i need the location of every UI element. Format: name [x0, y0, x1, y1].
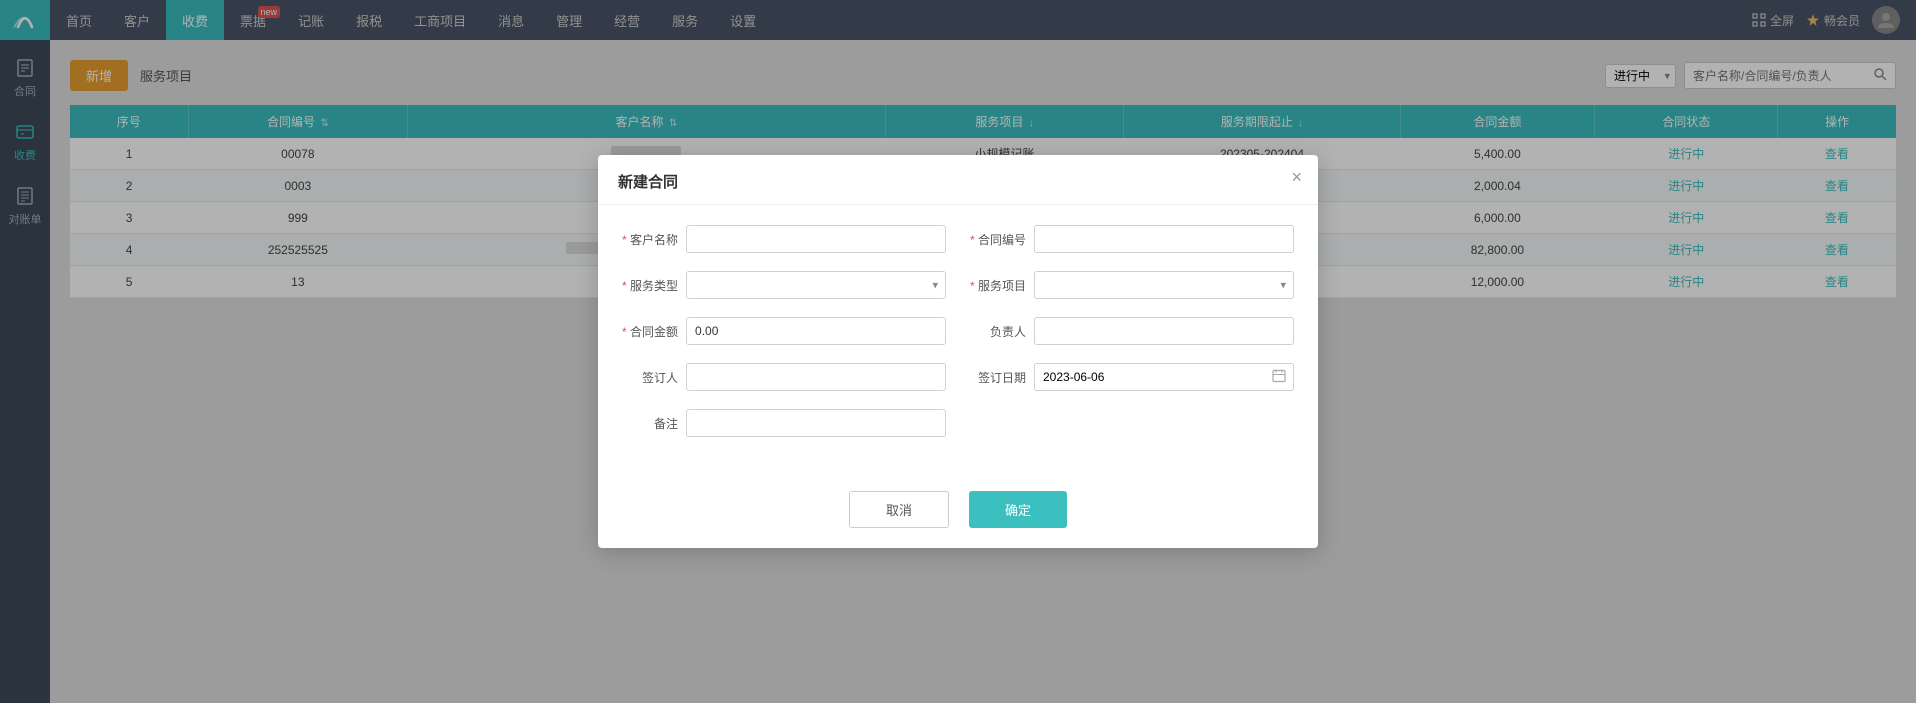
confirm-button[interactable]: 确定 [969, 491, 1067, 528]
field-customer-name: 客户名称 [622, 225, 946, 253]
field-notes: 备注 [622, 409, 946, 437]
contract-no-label: 合同编号 [970, 231, 1026, 248]
cancel-button[interactable]: 取消 [849, 491, 949, 528]
responsible-person-label: 负责人 [970, 323, 1026, 340]
modal-header: 新建合同 × [598, 155, 1318, 205]
modal-body: 客户名称 合同编号 服务类型 [598, 205, 1318, 475]
form-row-3: 合同金额 0.00 负责人 [622, 317, 1294, 345]
form-row-2: 服务类型 服务项目 [622, 271, 1294, 299]
field-contract-no: 合同编号 [970, 225, 1294, 253]
service-type-select-wrapper [686, 271, 946, 299]
calendar-icon [1272, 369, 1286, 386]
service-type-label: 服务类型 [622, 277, 678, 294]
customer-name-label: 客户名称 [622, 231, 678, 248]
form-row-1: 客户名称 合同编号 [622, 225, 1294, 253]
modal-close-button[interactable]: × [1291, 167, 1302, 188]
contract-amount-input[interactable]: 0.00 [686, 317, 946, 345]
sign-date-wrapper: 2023-06-06 [1034, 363, 1294, 391]
service-item-select-wrapper [1034, 271, 1294, 299]
modal-title: 新建合同 [618, 174, 678, 191]
customer-name-input[interactable] [686, 225, 946, 253]
sign-date-label: 签订日期 [970, 369, 1026, 386]
contract-no-input[interactable] [1034, 225, 1294, 253]
responsible-person-input[interactable] [1034, 317, 1294, 345]
field-signatory: 签订人 [622, 363, 946, 391]
field-service-item: 服务项目 [970, 271, 1294, 299]
service-item-label: 服务项目 [970, 277, 1026, 294]
signatory-input[interactable] [686, 363, 946, 391]
field-responsible-person: 负责人 [970, 317, 1294, 345]
signatory-label: 签订人 [622, 369, 678, 386]
sign-date-input[interactable]: 2023-06-06 [1034, 363, 1294, 391]
new-contract-modal: 新建合同 × 客户名称 合同编号 服务类型 [598, 155, 1318, 548]
field-contract-amount: 合同金额 0.00 [622, 317, 946, 345]
service-type-select[interactable] [686, 271, 946, 299]
notes-input[interactable] [686, 409, 946, 437]
form-row-5: 备注 [622, 409, 1294, 437]
field-sign-date: 签订日期 2023-06-06 [970, 363, 1294, 391]
contract-amount-label: 合同金额 [622, 323, 678, 340]
modal-footer: 取消 确定 [598, 475, 1318, 548]
notes-label: 备注 [622, 415, 678, 432]
modal-overlay: 新建合同 × 客户名称 合同编号 服务类型 [0, 0, 1916, 703]
form-row-4: 签订人 签订日期 2023-06-06 [622, 363, 1294, 391]
field-service-type: 服务类型 [622, 271, 946, 299]
service-item-select[interactable] [1034, 271, 1294, 299]
